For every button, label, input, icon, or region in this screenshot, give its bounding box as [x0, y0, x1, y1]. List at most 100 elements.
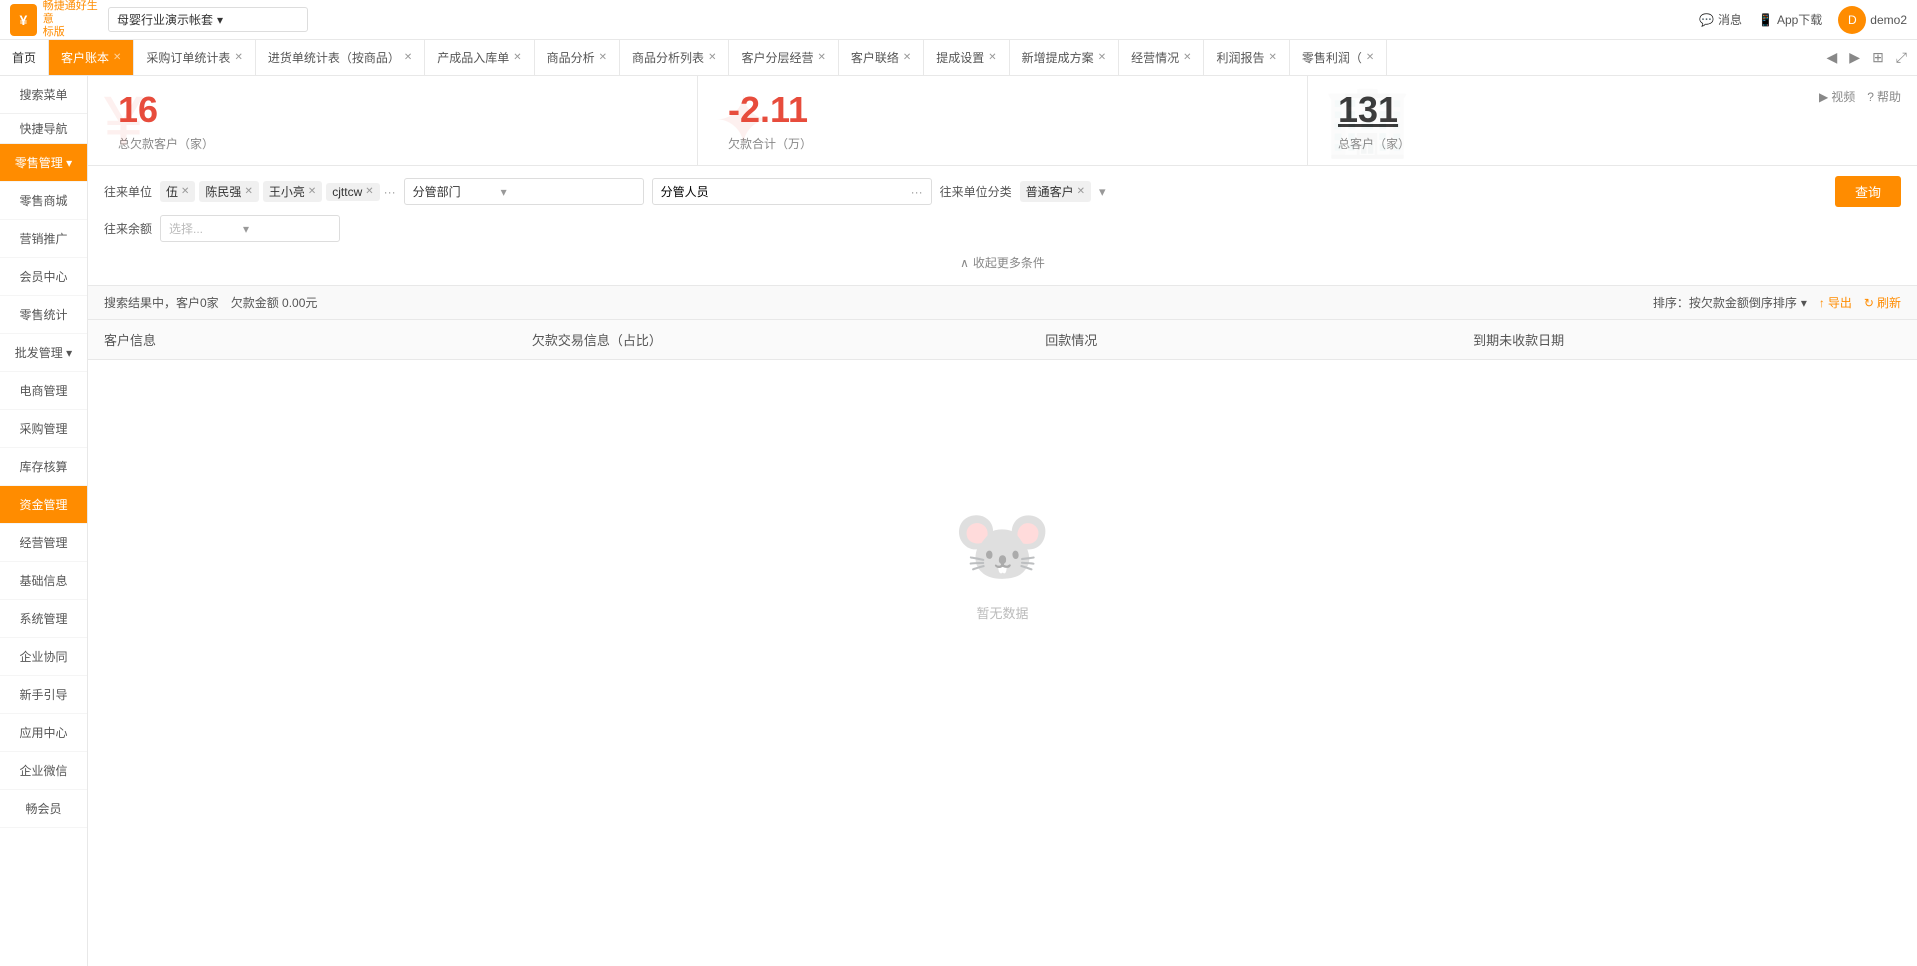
top-bar: ¥ 畅捷通好生意 标版 母婴行业演示帐套 ▾ 💬 消息 📱 App下载 D de… — [0, 0, 1917, 40]
tab-product-instock[interactable]: 产成品入库单 ✕ — [425, 40, 534, 75]
dept-selector[interactable]: 分管部门 ▾ — [404, 178, 644, 205]
refresh-icon: ↻ — [1864, 296, 1874, 310]
sidebar-item-retail-mgmt[interactable]: 零售管理 ▾ — [0, 144, 87, 182]
tab-close-icon[interactable]: ✕ — [1269, 52, 1277, 63]
tab-close-icon[interactable]: ✕ — [1366, 52, 1374, 63]
sidebar-search[interactable]: 搜索菜单 — [0, 76, 87, 114]
app-download-button[interactable]: 📱 App下载 — [1758, 11, 1822, 28]
message-icon: 💬 — [1699, 13, 1714, 27]
help-button[interactable]: ? 帮助 — [1867, 88, 1901, 105]
sidebar-item-app-center[interactable]: 应用中心 — [0, 714, 87, 752]
workspace-selector[interactable]: 母婴行业演示帐套 ▾ — [108, 7, 308, 32]
sidebar-quick-nav[interactable]: 快捷导航 — [0, 114, 87, 144]
tag-remove-icon[interactable]: ✕ — [1077, 186, 1085, 197]
stats-top-buttons: ▶ 视频 ? 帮助 — [1819, 88, 1901, 105]
sidebar-item-retail-store[interactable]: 零售商城 — [0, 182, 87, 220]
tab-new-promotion[interactable]: 新增提成方案 ✕ — [1010, 40, 1119, 75]
export-button[interactable]: ↑ 导出 — [1819, 294, 1852, 311]
chevron-down-icon: ▾ — [66, 156, 72, 170]
sidebar-item-basic-info[interactable]: 基础信息 — [0, 562, 87, 600]
sidebar: 搜索菜单 快捷导航 零售管理 ▾ 零售商城 营销推广 会员中心 零售统计 批发管… — [0, 76, 88, 966]
filter-tag-unit-1: 伍 ✕ — [160, 181, 195, 202]
balance-selector[interactable]: 选择... ▾ — [160, 215, 340, 242]
tab-profit-report[interactable]: 利润报告 ✕ — [1204, 40, 1289, 75]
logo-area: ¥ 畅捷通好生意 标版 — [10, 0, 98, 39]
tab-close-icon[interactable]: ✕ — [903, 52, 911, 63]
sidebar-item-operation-mgmt[interactable]: 经营管理 — [0, 524, 87, 562]
tab-customer-account[interactable]: 客户账本 ✕ — [49, 40, 134, 75]
refresh-button[interactable]: ↻ 刷新 — [1864, 294, 1901, 311]
user-menu[interactable]: D demo2 — [1838, 6, 1907, 34]
stats-value-all-customers: 131 — [1338, 89, 1887, 131]
message-button[interactable]: 💬 消息 — [1699, 11, 1742, 28]
sidebar-item-member-center[interactable]: 会员中心 — [0, 258, 87, 296]
tab-close-icon[interactable]: ✕ — [817, 52, 825, 63]
person-selector[interactable]: 分管人员 ··· — [652, 178, 932, 205]
tab-customer-layer[interactable]: 客户分层经营 ✕ — [729, 40, 838, 75]
collapse-button[interactable]: ∧ 收起更多条件 — [952, 250, 1053, 275]
tab-close-icon[interactable]: ✕ — [234, 52, 242, 63]
tab-instock-stat[interactable]: 进货单统计表（按商品） ✕ — [256, 40, 425, 75]
results-summary: 搜索结果中，客户0家 — [104, 294, 219, 311]
filter-tag-unit-class-1: 普通客户 ✕ — [1020, 181, 1091, 202]
tag-remove-icon[interactable]: ✕ — [365, 186, 373, 197]
nav-expand-icon[interactable]: ⊞ — [1868, 47, 1888, 68]
tab-purchase-order[interactable]: 采购订单统计表 ✕ — [134, 40, 255, 75]
tag-remove-icon[interactable]: ✕ — [308, 186, 316, 197]
nav-left-arrow[interactable]: ◀ — [1823, 47, 1842, 68]
app-icon: 📱 — [1758, 13, 1773, 27]
tab-close-icon[interactable]: ✕ — [513, 52, 521, 63]
sidebar-item-ecommerce-mgmt[interactable]: 电商管理 — [0, 372, 87, 410]
tab-close-icon[interactable]: ✕ — [599, 52, 607, 63]
tab-close-icon[interactable]: ✕ — [113, 52, 121, 63]
chevron-down-icon: ▾ — [217, 13, 223, 27]
empty-icon: 🐭 — [953, 499, 1053, 593]
sort-selector[interactable]: 排序：按欠款金额倒序排序 ▾ — [1653, 294, 1807, 311]
tab-close-icon[interactable]: ✕ — [1098, 52, 1106, 63]
export-icon: ↑ — [1819, 296, 1825, 310]
nav-fullscreen-icon[interactable]: ⤢ — [1892, 47, 1911, 68]
tab-retail-profit[interactable]: 零售利润（ ✕ — [1290, 40, 1387, 75]
sidebar-item-marketing[interactable]: 营销推广 — [0, 220, 87, 258]
logo-text: 畅捷通好生意 标版 — [43, 0, 98, 39]
sidebar-item-newbie-guide[interactable]: 新手引导 — [0, 676, 87, 714]
tab-close-icon[interactable]: ✕ — [988, 52, 996, 63]
sidebar-item-capital-mgmt[interactable]: 资金管理 — [0, 486, 87, 524]
tab-operation-status[interactable]: 经营情况 ✕ — [1119, 40, 1204, 75]
tab-home[interactable]: 首页 — [0, 40, 49, 75]
nav-right-arrow[interactable]: ▶ — [1845, 47, 1864, 68]
logo-icon: ¥ — [10, 4, 37, 36]
sidebar-item-inventory[interactable]: 库存核算 — [0, 448, 87, 486]
sidebar-item-system-mgmt[interactable]: 系统管理 — [0, 600, 87, 638]
tag-remove-icon[interactable]: ✕ — [181, 186, 189, 197]
sidebar-item-enterprise-wechat[interactable]: 企业微信 — [0, 752, 87, 790]
top-right-actions: 💬 消息 📱 App下载 D demo2 — [1699, 6, 1907, 34]
sidebar-item-purchase-mgmt[interactable]: 采购管理 — [0, 410, 87, 448]
sidebar-item-enterprise-collab[interactable]: 企业协同 — [0, 638, 87, 676]
video-button[interactable]: ▶ 视频 — [1819, 88, 1855, 105]
tab-promotion-settings[interactable]: 提成设置 ✕ — [924, 40, 1009, 75]
sidebar-item-wholesale-mgmt[interactable]: 批发管理 ▾ — [0, 334, 87, 372]
video-icon: ▶ — [1819, 90, 1828, 104]
tab-customer-contact[interactable]: 客户联络 ✕ — [839, 40, 924, 75]
query-button[interactable]: 查询 — [1835, 176, 1901, 207]
sidebar-item-vip-member[interactable]: 畅会员 — [0, 790, 87, 828]
unit-class-expand-icon[interactable]: ▾ — [1099, 184, 1106, 200]
stats-total-all-customers: 🏢 ▶ 视频 ? 帮助 131 总客户（家） — [1308, 76, 1917, 165]
col-due-date: 到期未收款日期 — [1473, 330, 1901, 349]
tab-product-analysis-list[interactable]: 商品分析列表 ✕ — [620, 40, 729, 75]
filter-more-button[interactable]: ··· — [384, 185, 396, 199]
tab-close-icon[interactable]: ✕ — [708, 52, 716, 63]
empty-state: 🐭 暂无数据 — [913, 459, 1093, 662]
tag-remove-icon[interactable]: ✕ — [244, 186, 252, 197]
filter-row-1: 往来单位 伍 ✕ 陈民强 ✕ 王小亮 ✕ cjttcw — [104, 176, 1901, 207]
chevron-down-icon: ▾ — [243, 222, 249, 236]
tab-product-analysis[interactable]: 商品分析 ✕ — [535, 40, 620, 75]
sidebar-item-retail-stats[interactable]: 零售统计 — [0, 296, 87, 334]
table-header: 客户信息 欠款交易信息（占比） 回款情况 到期未收款日期 — [88, 320, 1917, 360]
tab-close-icon[interactable]: ✕ — [404, 52, 412, 63]
tab-close-icon[interactable]: ✕ — [1183, 52, 1191, 63]
stats-label-all-customers: 总客户（家） — [1338, 135, 1887, 152]
chevron-down-icon: ▾ — [66, 346, 72, 360]
table-body: 🐭 暂无数据 — [88, 360, 1917, 760]
